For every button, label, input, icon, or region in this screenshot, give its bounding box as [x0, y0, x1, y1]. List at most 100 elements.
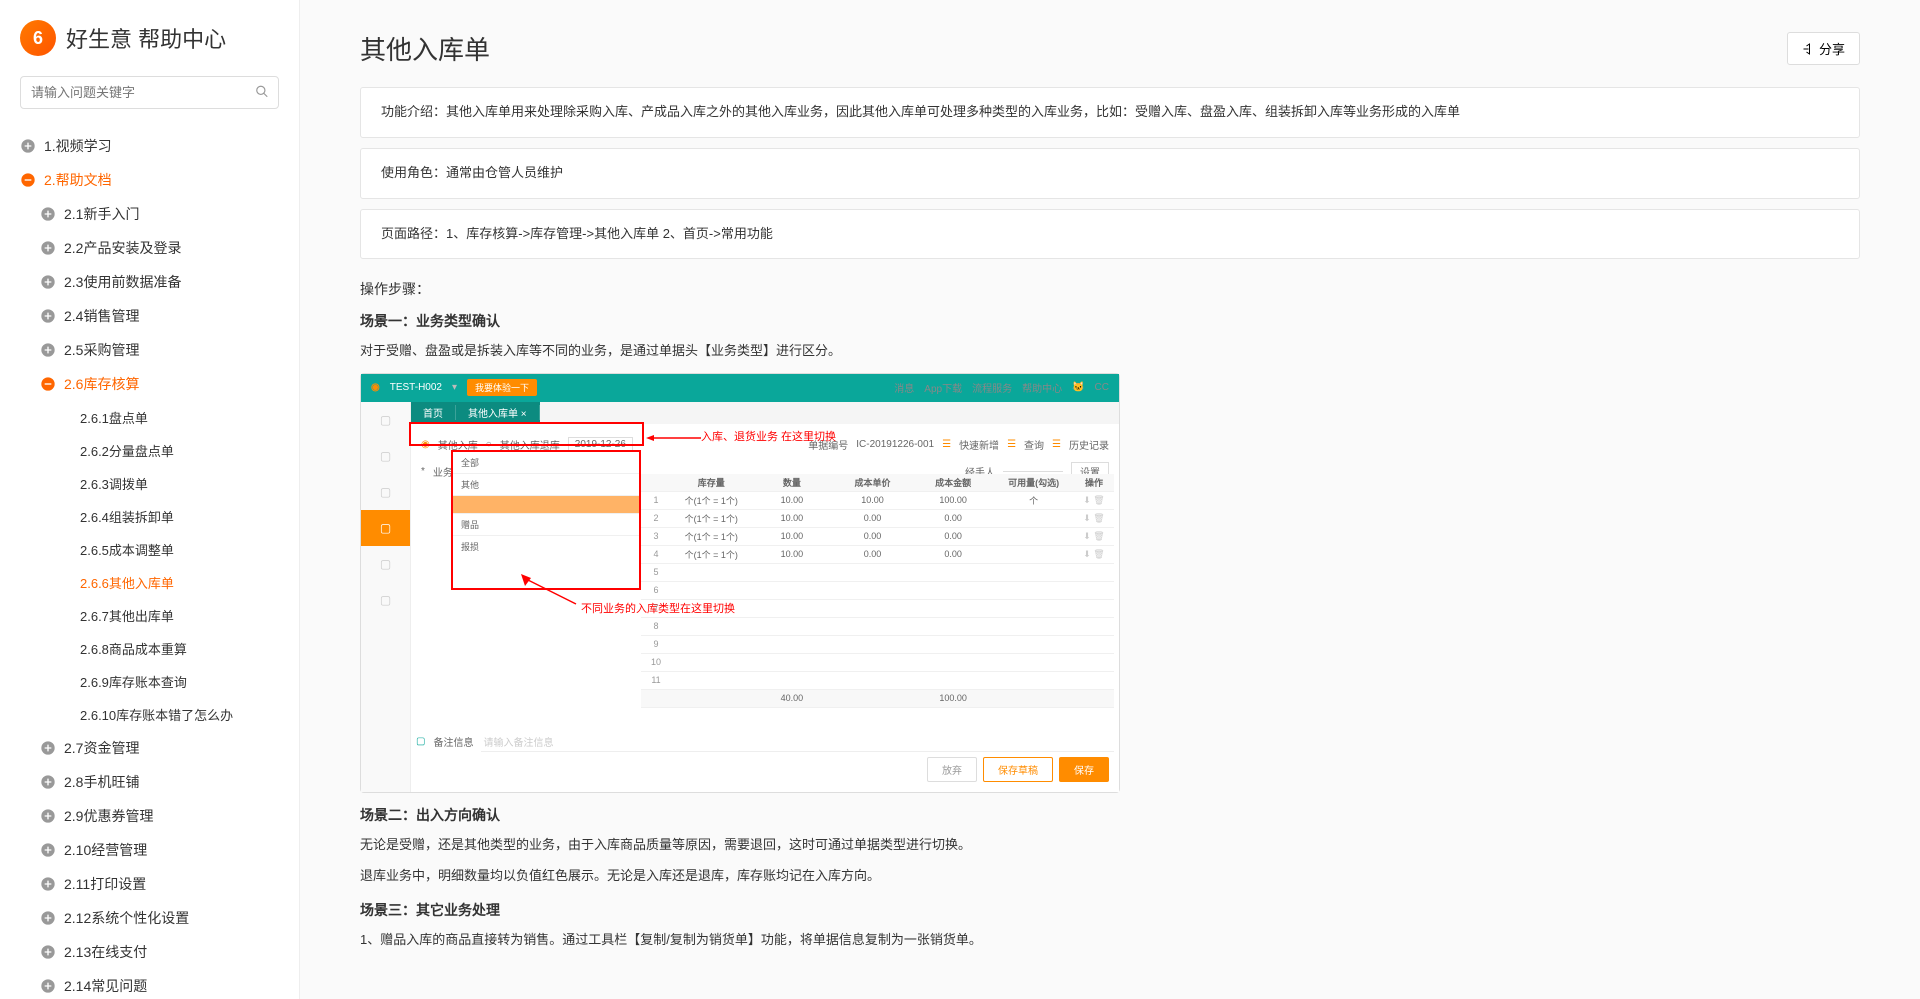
nav-label: 2.12系统个性化设置	[64, 908, 189, 928]
scene1-desc: 对于受赠、盘盈或是拆装入库等不同的业务，是通过单据头【业务类型】进行区分。	[360, 339, 1860, 362]
sc-sidebar: ▢ ▢ ▢ ▢ ▢ ▢	[361, 402, 411, 792]
sc-side-icon: ▢	[361, 510, 410, 546]
sc-redbox-1	[409, 422, 644, 446]
nav-label: 2.6.7其他出库单	[80, 606, 174, 625]
sidebar-item[interactable]: 2.7资金管理	[20, 731, 279, 765]
plus-circle-icon	[40, 774, 56, 790]
sc-avatar-icon: 🐱	[1072, 382, 1084, 393]
nav-label: 2.5采购管理	[64, 340, 139, 360]
sc-tab-1: 其他入库单 ×	[456, 405, 540, 420]
sc-header: ◉ TEST-H002 ▾ 我要体验一下 消息 App下载 流程服务 帮助中心 …	[361, 374, 1119, 402]
nav-label: 2.6.6其他入库单	[80, 573, 174, 592]
nav-label: 2.11打印设置	[64, 874, 146, 894]
sc-tb1: 查询	[1024, 437, 1044, 452]
plus-circle-icon	[40, 876, 56, 892]
sc-docno: IC-20191226-001	[856, 439, 934, 450]
screenshot-1: ◉ TEST-H002 ▾ 我要体验一下 消息 App下载 流程服务 帮助中心 …	[360, 373, 1120, 793]
sidebar-item[interactable]: 2.9优惠券管理	[20, 799, 279, 833]
nav-label: 2.9优惠券管理	[64, 806, 153, 826]
sc-header-left: TEST-H002	[390, 382, 442, 393]
nav-label: 2.6.4组装拆卸单	[80, 507, 174, 526]
table-row: 1个(1个 = 1个)10.0010.00100.00个⬇ 🗑	[641, 492, 1114, 510]
search-input[interactable]	[20, 76, 279, 109]
nav-label: 2.1新手入门	[64, 204, 139, 224]
page-header: 其他入库单 分享	[360, 30, 1860, 67]
scene2-desc1: 无论是受赠，还是其他类型的业务，由于入库商品质量等原因，需要退回，这时可通过单据…	[360, 833, 1860, 856]
intro-text: 其他入库单用来处理除采购入库、产成品入库之外的其他入库业务，因此其他入库单可处理…	[446, 104, 1460, 119]
sidebar-item[interactable]: 2.1新手入门	[20, 197, 279, 231]
steps-label: 操作步骤：	[360, 279, 1860, 299]
path-text: 1、库存核算->库存管理->其他入库单 2、首页->常用功能	[446, 226, 773, 241]
path-label: 页面路径：	[381, 226, 446, 241]
sidebar-item[interactable]: 2.6.10库存账本错了怎么办	[20, 698, 279, 731]
sidebar-item[interactable]: 2.4销售管理	[20, 299, 279, 333]
sc-btn-cancel: 放弃	[927, 757, 977, 782]
nav-label: 2.4销售管理	[64, 306, 139, 326]
table-row: 2个(1个 = 1个)10.000.000.00⬇ 🗑	[641, 510, 1114, 528]
sc-main: ◉其他入库 ○其他入库退库 2019-12-26 单据编号 IC-2019122…	[411, 424, 1119, 792]
nav-label: 2.6.10库存账本错了怎么办	[80, 705, 233, 724]
sidebar-item[interactable]: 2.12系统个性化设置	[20, 901, 279, 935]
sc-tab-0: 首页	[411, 405, 456, 420]
sc-remark-label: 备注信息	[433, 734, 473, 749]
arrow-icon	[511, 574, 581, 609]
intro-label: 功能介绍：	[381, 104, 446, 119]
sidebar-item[interactable]: 2.6.6其他入库单	[20, 566, 279, 599]
sidebar-item[interactable]: 1.视频学习	[20, 129, 279, 163]
sc-side-icon: ▢	[361, 438, 410, 474]
sidebar-item[interactable]: 2.3使用前数据准备	[20, 265, 279, 299]
minus-circle-icon	[20, 172, 36, 188]
scene1-title: 场景一：业务类型确认	[360, 311, 1860, 331]
sidebar: 6 好生意 帮助中心 1.视频学习2.帮助文档2.1新手入门2.2产品安装及登录…	[0, 0, 300, 999]
sidebar-item[interactable]: 2.14常见问题	[20, 969, 279, 999]
sidebar-item[interactable]: 2.6.5成本调整单	[20, 533, 279, 566]
nav-label: 2.6.1盘点单	[80, 408, 148, 427]
sc-tb0: 快速新增	[959, 437, 999, 452]
sc-dd-1: 其他	[453, 474, 639, 496]
nav-label: 2.6.8商品成本重算	[80, 639, 187, 658]
info-role: 使用角色：通常由仓管人员维护	[360, 148, 1860, 199]
sidebar-item[interactable]: 2.6.9库存账本查询	[20, 665, 279, 698]
plus-circle-icon	[40, 808, 56, 824]
sc-btn-save: 保存	[1059, 757, 1109, 782]
sidebar-item[interactable]: 2.8手机旺铺	[20, 765, 279, 799]
sidebar-item[interactable]: 2.11打印设置	[20, 867, 279, 901]
plus-circle-icon	[40, 740, 56, 756]
scene3-title: 场景三：其它业务处理	[360, 900, 1860, 920]
plus-circle-icon	[40, 206, 56, 222]
search-box	[20, 76, 279, 109]
sidebar-item[interactable]: 2.6.8商品成本重算	[20, 632, 279, 665]
content-area: 其他入库单 分享 功能介绍：其他入库单用来处理除采购入库、产成品入库之外的其他入…	[300, 0, 1920, 999]
sidebar-item[interactable]: 2.5采购管理	[20, 333, 279, 367]
sidebar-item[interactable]: 2.6.2分量盘点单	[20, 434, 279, 467]
plus-circle-icon	[40, 978, 56, 994]
sidebar-item[interactable]: 2.2产品安装及登录	[20, 231, 279, 265]
plus-circle-icon	[40, 910, 56, 926]
sc-logo: ◉	[371, 382, 380, 393]
nav-label: 2.6.3调拨单	[80, 474, 148, 493]
sc-header-r1: App下载	[924, 380, 962, 395]
scene3-desc: 1、赠品入库的商品直接转为销售。通过工具栏【复制/复制为销货单】功能，将单据信息…	[360, 928, 1860, 951]
info-intro: 功能介绍：其他入库单用来处理除采购入库、产成品入库之外的其他入库业务，因此其他入…	[360, 87, 1860, 138]
arrow-icon	[646, 434, 701, 442]
sc-dd-2	[453, 496, 639, 514]
share-label: 分享	[1819, 39, 1845, 58]
sidebar-item[interactable]: 2.10经营管理	[20, 833, 279, 867]
share-button[interactable]: 分享	[1787, 32, 1860, 65]
sc-dd-3: 赠品	[453, 514, 639, 536]
plus-circle-icon	[40, 944, 56, 960]
sidebar-item[interactable]: 2.6.1盘点单	[20, 401, 279, 434]
table-row: 3个(1个 = 1个)10.000.000.00⬇ 🗑	[641, 528, 1114, 546]
sc-side-icon: ▢	[361, 474, 410, 510]
sidebar-item[interactable]: 2.6.7其他出库单	[20, 599, 279, 632]
plus-circle-icon	[40, 842, 56, 858]
nav-label: 2.6库存核算	[64, 374, 139, 394]
sidebar-item[interactable]: 2.6.4组装拆卸单	[20, 500, 279, 533]
sidebar-item[interactable]: 2.帮助文档	[20, 163, 279, 197]
search-icon[interactable]	[255, 84, 269, 101]
sidebar-item[interactable]: 2.13在线支付	[20, 935, 279, 969]
sidebar-item[interactable]: 2.6.3调拨单	[20, 467, 279, 500]
sc-remark: 请输入备注信息	[481, 732, 1114, 752]
sidebar-item[interactable]: 2.6库存核算	[20, 367, 279, 401]
sc-annotation-1: 入库、退货业务 在这里切换	[701, 428, 836, 444]
